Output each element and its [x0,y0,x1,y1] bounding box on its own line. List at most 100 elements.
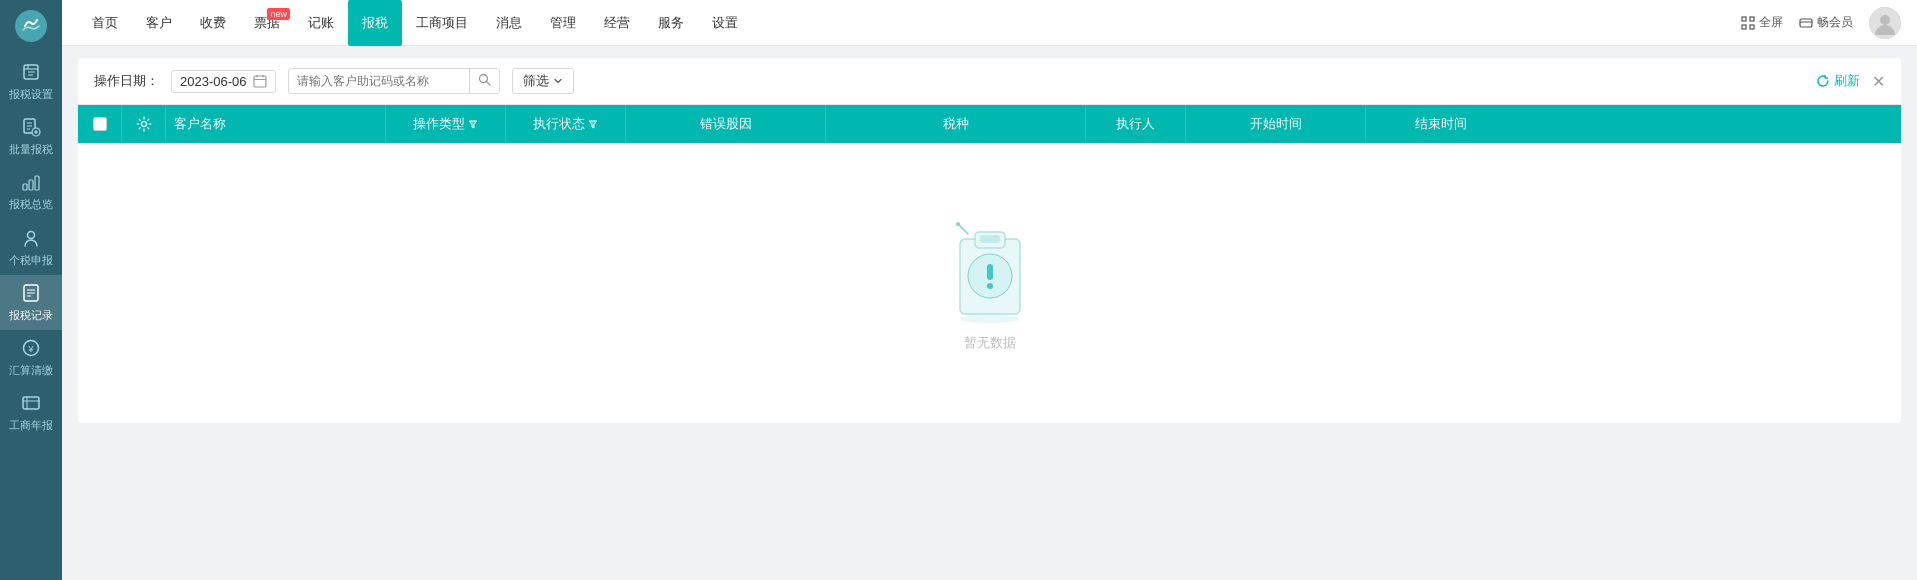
table-body: 暂无数据 [78,143,1901,423]
sidebar-item-personal-tax[interactable]: 个税申报 [0,220,62,275]
sidebar-item-tax-record[interactable]: 报税记录 [0,275,62,330]
svg-point-16 [28,231,35,238]
nav-settings[interactable]: 设置 [698,0,752,46]
select-all-checkbox[interactable] [93,117,107,131]
sidebar-item-tax-settings-label: 报税设置 [9,88,53,101]
svg-rect-14 [29,180,33,190]
svg-text:¥: ¥ [27,344,34,354]
date-value: 2023-06-06 [180,74,247,89]
user-avatar-image [1869,7,1901,39]
tax-record-icon [21,283,41,306]
th-end-time: 结束时间 [1366,105,1516,143]
nav-service[interactable]: 服务 [644,0,698,46]
calendar-icon [253,74,267,88]
th-tax-type: 税种 [826,105,1086,143]
nav-message[interactable]: 消息 [482,0,536,46]
nav-commerce[interactable]: 工商项目 [402,0,482,46]
sidebar-item-tax-overview[interactable]: 报税总览 [0,164,62,219]
th-start-time: 开始时间 [1186,105,1366,143]
svg-line-47 [958,224,968,234]
filter-icon-operation[interactable] [468,119,478,129]
tax-overview-icon [21,172,41,195]
filter-icon-status[interactable] [588,119,598,129]
user-avatar[interactable] [1869,7,1901,39]
th-client-name: 客户名称 [166,105,386,143]
refresh-label: 刷新 [1834,72,1860,90]
th-exec-status: 执行状态 [506,105,626,143]
table-header: 客户名称 操作类型 执行状态 错误股因 [78,105,1901,143]
fullscreen-icon [1741,16,1755,30]
date-picker[interactable]: 2023-06-06 [171,70,276,93]
close-button[interactable]: ✕ [1872,72,1885,91]
th-operation-type: 操作类型 [386,105,506,143]
data-table: 客户名称 操作类型 执行状态 错误股因 [78,105,1901,423]
svg-line-39 [486,82,490,86]
refresh-button[interactable]: 刷新 [1816,72,1860,90]
sidebar-item-tax-overview-label: 报税总览 [9,198,53,211]
nav-billing[interactable]: 收费 [186,0,240,46]
new-badge: new [267,8,290,21]
th-executor: 执行人 [1086,105,1186,143]
member-icon [1799,16,1813,30]
sidebar-item-tax-settings[interactable]: 报税设置 [0,54,62,109]
annual-report-icon [21,393,41,416]
nav-invoice[interactable]: 票据 new [240,0,294,46]
svg-rect-15 [35,176,39,190]
sidebar-item-annual-report[interactable]: 工商年报 [0,385,62,440]
filter-label-text: 筛选 [523,72,549,90]
date-label: 操作日期： [94,72,159,90]
svg-rect-46 [987,264,993,280]
refresh-icon [1816,74,1830,88]
nav-client[interactable]: 客户 [132,0,186,46]
svg-rect-34 [254,76,266,87]
page-content: 操作日期： 2023-06-06 [62,46,1917,580]
search-box [288,68,500,94]
chevron-down-icon [553,76,563,86]
svg-rect-13 [23,184,27,190]
svg-rect-29 [1750,25,1754,29]
svg-rect-30 [1800,19,1812,27]
sidebar-item-tax-record-label: 报税记录 [9,309,53,322]
main-content: 首页 客户 收费 票据 new 记账 报税 工商项目 消息 管理 经营 服务 设… [62,0,1917,580]
svg-rect-23 [23,397,39,409]
empty-illustration [940,214,1040,324]
sidebar: 报税设置 批量报税 报税总览 [0,0,62,580]
sidebar-item-batch-tax-label: 批量报税 [9,143,53,156]
th-error-reason: 错误股因 [626,105,826,143]
svg-point-48 [956,222,960,226]
svg-rect-26 [1742,17,1746,21]
column-settings-icon [136,116,152,132]
member-button[interactable]: 畅会员 [1799,14,1853,31]
nav-tax[interactable]: 报税 [348,0,402,46]
search-icon [478,73,491,86]
top-navigation: 首页 客户 收费 票据 new 记账 报税 工商项目 消息 管理 经营 服务 设… [62,0,1917,46]
fullscreen-button[interactable]: 全屏 [1741,14,1783,31]
sidebar-item-annual-report-label: 工商年报 [9,419,53,432]
tax-settings-icon [21,62,41,85]
nav-manage[interactable]: 管理 [536,0,590,46]
th-settings[interactable] [122,105,166,143]
svg-rect-28 [1742,25,1746,29]
svg-point-0 [15,10,47,42]
app-logo[interactable] [13,8,49,44]
filter-button[interactable]: 筛选 [512,68,574,94]
settlement-icon: ¥ [21,338,41,361]
nav-operation[interactable]: 经营 [590,0,644,46]
personal-tax-icon [21,228,41,251]
empty-text: 暂无数据 [964,334,1016,352]
filter-actions: 刷新 ✕ [1816,72,1885,91]
sidebar-item-settlement[interactable]: ¥ 汇算清缴 [0,330,62,385]
search-button[interactable] [469,69,499,93]
sidebar-item-batch-tax[interactable]: 批量报税 [0,109,62,164]
svg-point-33 [1880,15,1890,25]
th-checkbox[interactable] [78,105,122,143]
sidebar-item-settlement-label: 汇算清缴 [9,364,53,377]
sidebar-item-personal-tax-label: 个税申报 [9,254,53,267]
svg-point-49 [960,315,1020,323]
nav-bookkeeping[interactable]: 记账 [294,0,348,46]
svg-point-40 [141,122,146,127]
svg-rect-43 [980,235,1000,243]
search-input[interactable] [289,70,469,92]
nav-home[interactable]: 首页 [78,0,132,46]
topnav-right-area: 全屏 畅会员 [1741,7,1901,39]
